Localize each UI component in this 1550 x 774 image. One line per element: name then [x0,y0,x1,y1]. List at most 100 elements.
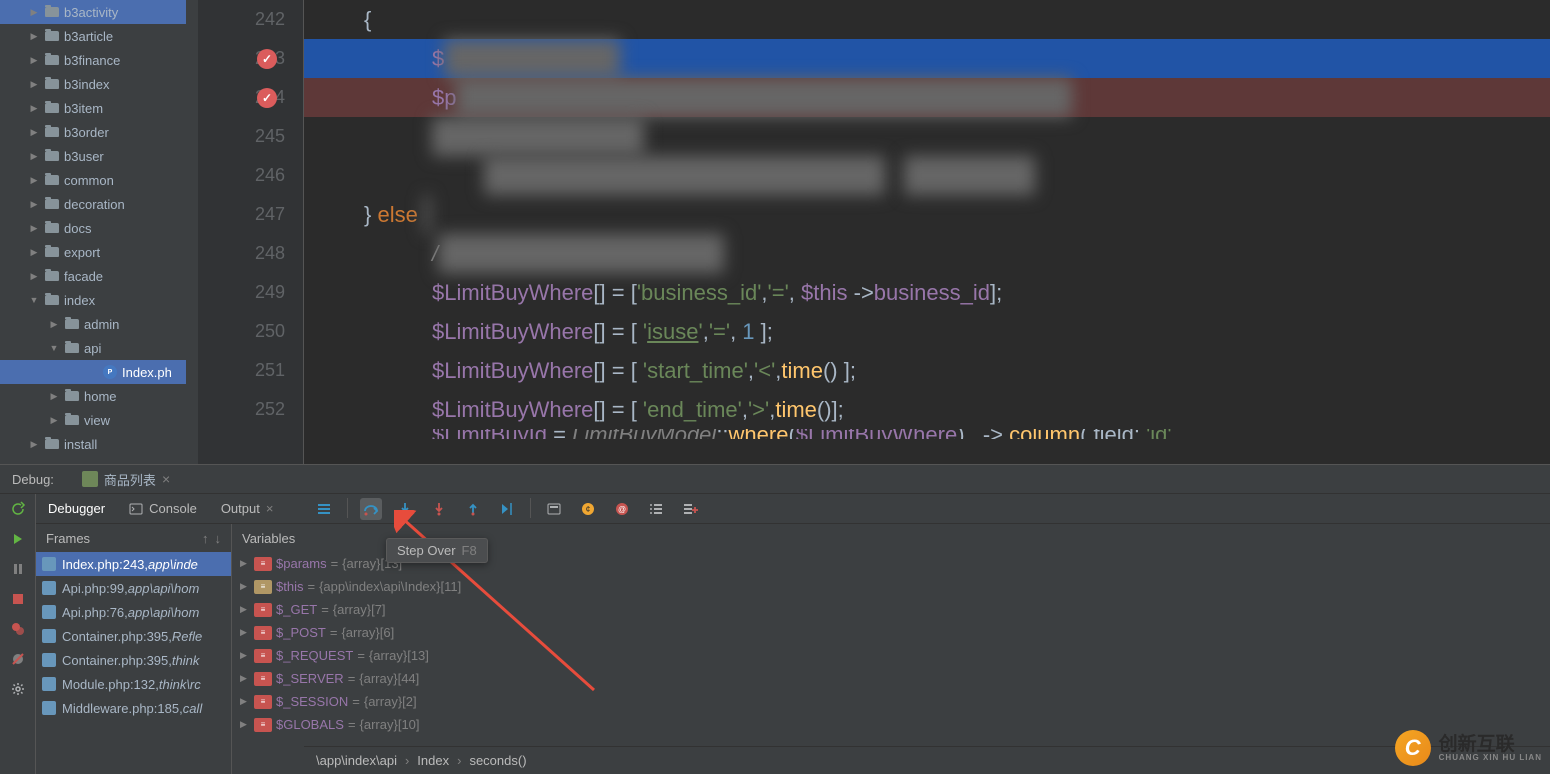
chevron-right-icon[interactable]: ▶ [28,54,40,66]
tree-item-export[interactable]: ▶export [0,240,197,264]
tree-item-install[interactable]: ▶install [0,432,197,456]
chevron-down-icon[interactable]: ▼ [48,342,60,354]
chevron-right-icon[interactable]: ▶ [240,558,252,569]
coin-icon[interactable]: ¢ [577,498,599,520]
frames-panel[interactable]: Frames ↑↓ Index.php:243, app\indeApi.php… [36,524,232,774]
chevron-right-icon[interactable]: ▶ [48,318,60,330]
code-line[interactable]: // redacted comment text here [304,234,1550,273]
step-over-icon[interactable] [360,498,382,520]
frame-item[interactable]: Api.php:99, app\api\hom [36,576,231,600]
code-line[interactable]: $something->call(); [304,117,1550,156]
chevron-right-icon[interactable]: ▶ [240,650,252,661]
stop-icon[interactable] [7,588,29,610]
code-line[interactable]: $LimitBuyWhere[] = [ 'end_time','>',time… [304,390,1550,429]
project-tree[interactable]: ▶b3activity▶b3article▶b3finance▶b3index▶… [0,0,198,464]
breakpoint-icon[interactable] [257,49,277,69]
variable-item[interactable]: ▶≡$GLOBALS={array} [10] [236,713,1550,736]
chevron-right-icon[interactable]: ▶ [240,719,252,730]
chevron-right-icon[interactable]: ▶ [28,198,40,210]
frame-item[interactable]: Index.php:243, app\inde [36,552,231,576]
tree-item-b3article[interactable]: ▶b3article [0,24,197,48]
tree-item-index.ph[interactable]: PIndex.ph [0,360,197,384]
code-content[interactable]: {$params['seconds']$params...redacted bl… [304,0,1550,464]
step-into-icon[interactable] [394,498,416,520]
rerun-icon[interactable] [7,498,29,520]
chevron-right-icon[interactable]: ▶ [240,604,252,615]
chevron-down-icon[interactable]: ▼ [28,294,40,306]
breadcrumb[interactable]: \app\index\api › Index › seconds() [304,746,1550,774]
tree-item-home[interactable]: ▶home [0,384,197,408]
gutter-line[interactable]: 251 [198,351,303,390]
breadcrumb-part[interactable]: Index [417,753,449,768]
breakpoint-icon[interactable] [257,88,277,108]
chevron-right-icon[interactable]: ▶ [48,414,60,426]
add-watch-icon[interactable] [679,498,701,520]
chevron-right-icon[interactable]: ▶ [240,673,252,684]
chevron-right-icon[interactable]: ▶ [240,696,252,707]
frame-item[interactable]: Module.php:132, think\rc [36,672,231,696]
chevron-right-icon[interactable]: ▶ [28,246,40,258]
tree-item-api[interactable]: ▼api [0,336,197,360]
chevron-right-icon[interactable]: ▶ [28,438,40,450]
step-out-icon[interactable] [462,498,484,520]
run-to-cursor-icon[interactable] [496,498,518,520]
gutter-line[interactable]: 249 [198,273,303,312]
gutter-line[interactable]: 242 [198,0,303,39]
chevron-right-icon[interactable]: ▶ [28,30,40,42]
close-icon[interactable]: × [162,471,170,487]
view-breakpoints-icon[interactable] [7,618,29,640]
gutter-line[interactable]: 248 [198,234,303,273]
code-line[interactable]: $params['seconds'] [304,39,1550,78]
console-tab[interactable]: Console [125,501,201,516]
gutter-line[interactable]: 252 [198,390,303,429]
tree-item-b3index[interactable]: ▶b3index [0,72,197,96]
list-icon[interactable] [645,498,667,520]
gutter-line[interactable]: 246 [198,156,303,195]
gutter-line[interactable]: 247 [198,195,303,234]
chevron-right-icon[interactable]: ▶ [28,78,40,90]
frame-item[interactable]: Middleware.php:185, call [36,696,231,720]
debugger-tab[interactable]: Debugger [44,501,109,516]
variable-item[interactable]: ▶≡$this={app\index\api\Index} [11] [236,575,1550,598]
tree-item-b3user[interactable]: ▶b3user [0,144,197,168]
chevron-right-icon[interactable]: ▶ [28,150,40,162]
tree-item-facade[interactable]: ▶facade [0,264,197,288]
variable-item[interactable]: ▶≡$_SESSION={array} [2] [236,690,1550,713]
debug-tool-window-header[interactable]: Debug: 商品列表 × [0,464,1550,494]
gutter-line[interactable]: 243 [198,39,303,78]
gutter-line[interactable]: 244 [198,78,303,117]
variable-item[interactable]: ▶≡$_REQUEST={array} [13] [236,644,1550,667]
arrow-down-icon[interactable]: ↓ [215,531,222,546]
frame-item[interactable]: Container.php:395, think [36,648,231,672]
chevron-right-icon[interactable]: ▶ [48,390,60,402]
tree-item-common[interactable]: ▶common [0,168,197,192]
chevron-right-icon[interactable]: ▶ [28,6,40,18]
force-step-into-icon[interactable] [428,498,450,520]
tree-item-b3activity[interactable]: ▶b3activity [0,0,197,24]
code-line[interactable]: $LimitBuyWhere[] = [ 'isuse','=', 1 ]; [304,312,1550,351]
at-icon[interactable]: @ [611,498,633,520]
frame-item[interactable]: Api.php:76, app\api\hom [36,600,231,624]
tree-item-b3item[interactable]: ▶b3item [0,96,197,120]
tree-item-b3order[interactable]: ▶b3order [0,120,197,144]
gutter-line[interactable]: 250 [198,312,303,351]
tree-item-b3finance[interactable]: ▶b3finance [0,48,197,72]
tree-item-admin[interactable]: ▶admin [0,312,197,336]
chevron-right-icon[interactable]: ▶ [28,102,40,114]
resume-icon[interactable] [7,528,29,550]
code-line[interactable]: $params...redacted blurred content goes … [304,78,1550,117]
pause-icon[interactable] [7,558,29,580]
tree-item-decoration[interactable]: ▶decoration [0,192,197,216]
code-line[interactable]: } else [304,195,1550,234]
chevron-right-icon[interactable]: ▶ [28,126,40,138]
gutter-line[interactable]: 245 [198,117,303,156]
chevron-right-icon[interactable]: ▶ [28,270,40,282]
mute-breakpoints-icon[interactable] [7,648,29,670]
tree-item-index[interactable]: ▼index [0,288,197,312]
tree-item-view[interactable]: ▶view [0,408,197,432]
chevron-right-icon[interactable]: ▶ [28,174,40,186]
output-tab[interactable]: Output× [217,501,278,516]
editor-gutter[interactable]: 242243244245246247248249250251252 [198,0,304,464]
code-editor[interactable]: 242243244245246247248249250251252 {$para… [198,0,1550,464]
debug-session-tab[interactable]: 商品列表 × [74,465,178,493]
